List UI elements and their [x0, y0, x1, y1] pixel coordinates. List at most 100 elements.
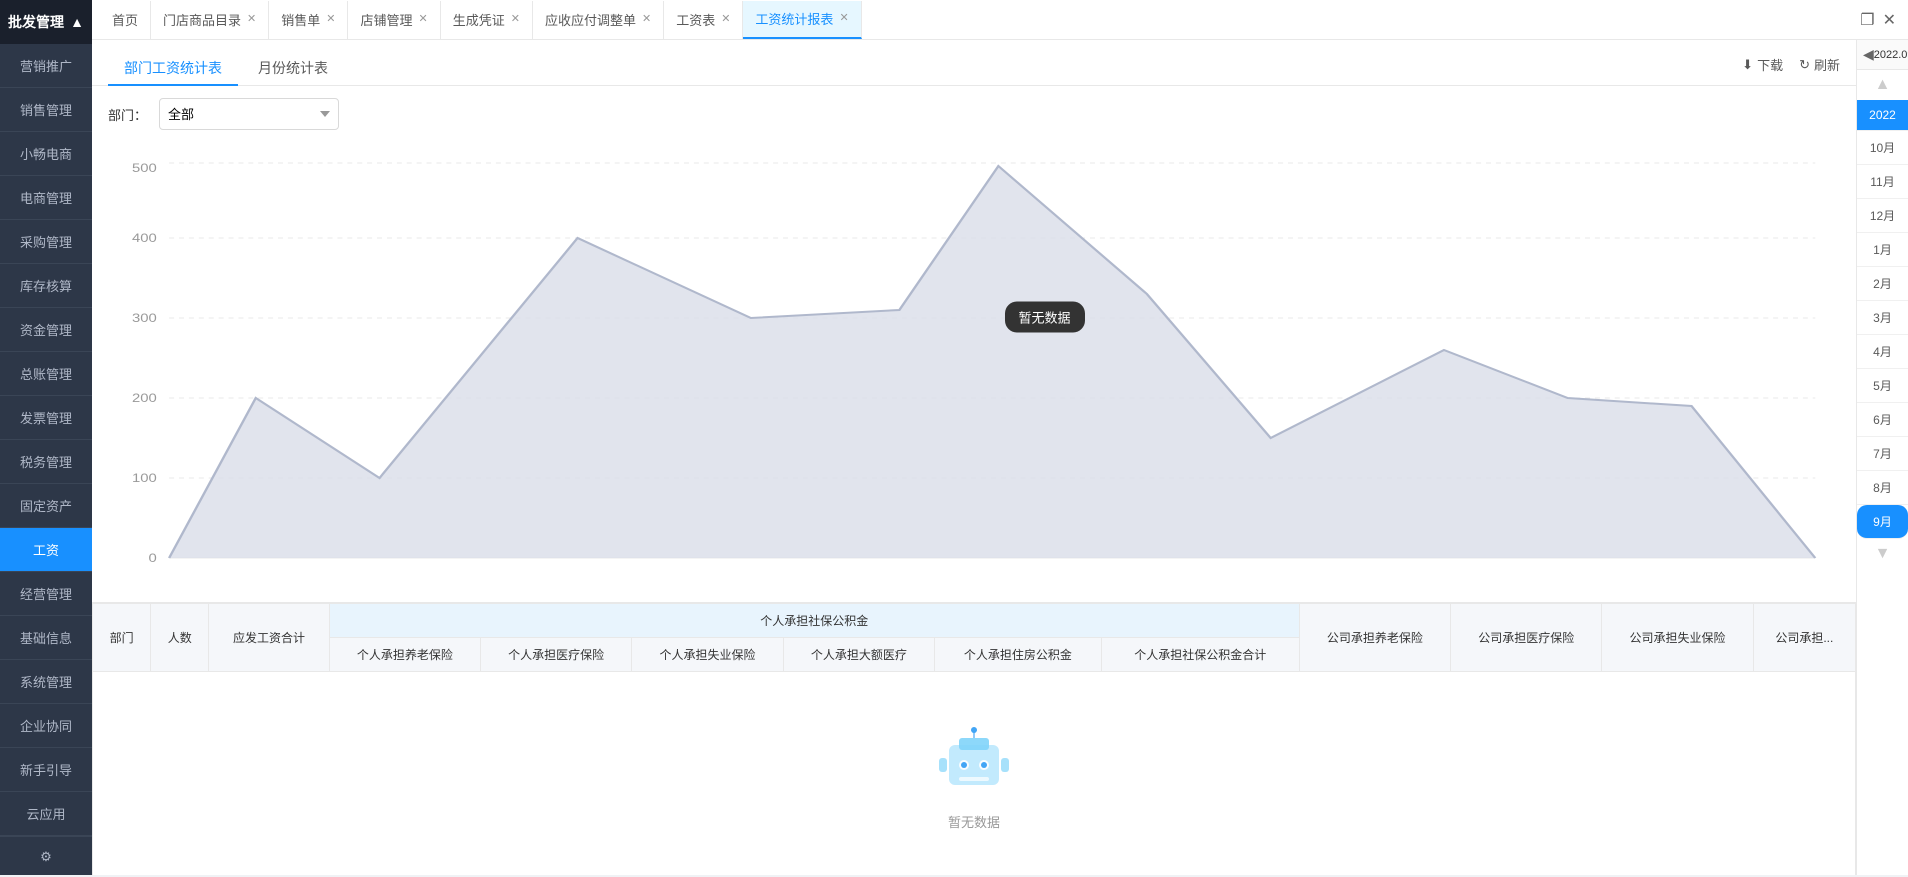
time-month-6[interactable]: 6月 — [1857, 403, 1908, 437]
time-panel: ◀ 2022.09 ▶ ▲ 2022 10月 11月 12月 1月 — [1856, 40, 1908, 875]
time-month-1[interactable]: 1月 — [1857, 233, 1908, 267]
th-headcount: 人数 — [151, 604, 209, 672]
tab-payroll[interactable]: 工资表 ✕ — [664, 1, 743, 39]
time-nav-up[interactable]: ◀ — [1863, 46, 1874, 63]
sidebar-item-invoice[interactable]: 发票管理 — [0, 396, 92, 440]
sidebar-item-system[interactable]: 系统管理 — [0, 660, 92, 704]
th-personal-housing: 个人承担住房公积金 — [935, 638, 1102, 672]
filter-dept-label: 部门： — [108, 105, 147, 124]
th-personal-large-medical: 个人承担大额医疗 — [783, 638, 934, 672]
tab-store-catalog[interactable]: 门店商品目录 ✕ — [151, 1, 269, 39]
time-month-2[interactable]: 2月 — [1857, 267, 1908, 301]
up-arrow-icon[interactable]: ▲ — [1875, 76, 1891, 94]
sidebar-item-corp[interactable]: 企业协同 — [0, 704, 92, 748]
main-area: 首页 门店商品目录 ✕ 销售单 ✕ 店铺管理 ✕ 生成凭证 ✕ 应收应付调整单 … — [92, 0, 1908, 875]
tab-bar: 首页 门店商品目录 ✕ 销售单 ✕ 店铺管理 ✕ 生成凭证 ✕ 应收应付调整单 … — [92, 0, 1908, 40]
tab-close-produce-cert[interactable]: ✕ — [511, 14, 520, 25]
sidebar-item-guide[interactable]: 新手引导 — [0, 748, 92, 792]
sidebar-header[interactable]: 批发管理 ▲ — [0, 0, 92, 44]
sidebar-item-inventory[interactable]: 库存核算 — [0, 264, 92, 308]
time-year-2022[interactable]: 2022 — [1857, 100, 1908, 131]
tab-bar-end: ❐ ✕ — [1860, 10, 1900, 30]
sidebar-item-ecom[interactable]: 电商管理 — [0, 176, 92, 220]
tab-store-mgmt[interactable]: 店铺管理 ✕ — [348, 1, 440, 39]
tab-close-store-mgmt[interactable]: ✕ — [419, 14, 428, 25]
data-table: 部门 人数 应发工资合计 个人承担社保公积金 公司承担养老保险 公司承担医疗保险… — [92, 603, 1856, 875]
sidebar-item-salary[interactable]: 工资 — [0, 528, 92, 572]
time-month-10[interactable]: 10月 — [1857, 131, 1908, 165]
th-personal-total: 个人承担社保公积金合计 — [1101, 638, 1299, 672]
sidebar-item-marketing[interactable]: 营销推广 — [0, 44, 92, 88]
download-button[interactable]: ⬇ 下载 — [1742, 55, 1783, 74]
tab-close-sales-order[interactable]: ✕ — [326, 14, 335, 25]
tab-produce-cert[interactable]: 生成凭证 ✕ — [441, 1, 533, 39]
th-total-salary: 应发工资合计 — [209, 604, 329, 672]
filter-dept-select[interactable]: 全部 销售部 财务部 运营部 人事部 — [159, 98, 339, 130]
sidebar-item-finance[interactable]: 资金管理 — [0, 308, 92, 352]
download-icon: ⬇ — [1742, 57, 1753, 73]
sidebar-item-ledger[interactable]: 总账管理 — [0, 352, 92, 396]
th-personal-unemployment: 个人承担失业保险 — [632, 638, 783, 672]
time-nav-up-arrow[interactable]: ▲ — [1857, 70, 1908, 100]
page-content: 部门工资统计表 月份统计表 ⬇ 下载 ↻ 刷新 — [92, 40, 1908, 875]
tab-home[interactable]: 首页 — [100, 1, 151, 39]
table-empty-row: 暂无数据 — [93, 672, 1856, 876]
table-wrapper[interactable]: 部门 人数 应发工资合计 个人承担社保公积金 公司承担养老保险 公司承担医疗保险… — [92, 602, 1856, 875]
svg-text:0: 0 — [148, 551, 156, 564]
tab-close-store-catalog[interactable]: ✕ — [247, 14, 256, 25]
sidebar-item-assets[interactable]: 固定资产 — [0, 484, 92, 528]
sub-tab-monthly-stats[interactable]: 月份统计表 — [242, 52, 344, 86]
sidebar-item-tax[interactable]: 税务管理 — [0, 440, 92, 484]
tab-close-payroll-report[interactable]: ✕ — [839, 13, 848, 24]
chart-svg: 0 100 200 300 400 500 — [132, 158, 1840, 598]
svg-text:500: 500 — [132, 161, 157, 174]
refresh-icon: ↻ — [1799, 57, 1810, 73]
time-nav-down-arrow[interactable]: ▼ — [1857, 539, 1908, 569]
tab-sales-order[interactable]: 销售单 ✕ — [269, 1, 348, 39]
sidebar-toggle-icon[interactable]: ▲ — [70, 14, 84, 30]
empty-state: 暂无数据 — [103, 680, 1845, 871]
tab-payroll-report[interactable]: 工资统计报表 ✕ — [743, 1, 861, 39]
sub-tab-dept-stats[interactable]: 部门工资统计表 — [108, 52, 238, 86]
sub-tabs-left: 部门工资统计表 月份统计表 — [108, 52, 344, 85]
chart-container: 0 100 200 300 400 500 暂无数据 — [92, 142, 1856, 602]
content-area: 部门工资统计表 月份统计表 ⬇ 下载 ↻ 刷新 — [92, 40, 1856, 875]
refresh-button[interactable]: ↻ 刷新 — [1799, 55, 1840, 74]
time-month-9[interactable]: 9月 — [1857, 505, 1908, 539]
sidebar-item-sales[interactable]: 销售管理 — [0, 88, 92, 132]
sub-tabs-right: ⬇ 下载 ↻ 刷新 — [1742, 55, 1840, 82]
filter-row: 部门： 全部 销售部 财务部 运营部 人事部 — [92, 86, 1856, 142]
tab-restore-icon[interactable]: ❐ — [1860, 10, 1874, 30]
tab-close-payroll[interactable]: ✕ — [721, 14, 730, 25]
th-group-personal: 个人承担社保公积金 — [329, 604, 1299, 638]
time-month-12[interactable]: 12月 — [1857, 199, 1908, 233]
sidebar-item-basic[interactable]: 基础信息 — [0, 616, 92, 660]
sidebar-item-purchase[interactable]: 采购管理 — [0, 220, 92, 264]
time-month-5[interactable]: 5月 — [1857, 369, 1908, 403]
svg-text:300: 300 — [132, 311, 157, 324]
sidebar-item-mini-ecom[interactable]: 小畅电商 — [0, 132, 92, 176]
empty-text: 暂无数据 — [948, 812, 1000, 831]
th-personal-medical: 个人承担医疗保险 — [481, 638, 632, 672]
th-company-unemployment: 公司承担失业保险 — [1602, 604, 1753, 672]
sidebar-settings[interactable]: ⚙ — [0, 836, 92, 877]
down-arrow-icon[interactable]: ▼ — [1875, 545, 1891, 563]
svg-text:400: 400 — [132, 231, 157, 244]
th-company-other: 公司承担... — [1753, 604, 1855, 672]
sidebar-item-ops[interactable]: 经营管理 — [0, 572, 92, 616]
time-month-11[interactable]: 11月 — [1857, 165, 1908, 199]
time-month-3[interactable]: 3月 — [1857, 301, 1908, 335]
sidebar-title: 批发管理 — [8, 12, 64, 32]
empty-icon — [934, 720, 1014, 800]
time-month-4[interactable]: 4月 — [1857, 335, 1908, 369]
sidebar-item-cloud[interactable]: 云应用 — [0, 792, 92, 836]
tab-ap-adjust[interactable]: 应收应付调整单 ✕ — [533, 1, 664, 39]
time-current-display: 2022.09 — [1874, 49, 1908, 61]
svg-text:100: 100 — [132, 471, 157, 484]
tab-close-all-icon[interactable]: ✕ — [1883, 10, 1896, 30]
svg-text:200: 200 — [132, 391, 157, 404]
th-personal-pension: 个人承担养老保险 — [329, 638, 480, 672]
time-month-7[interactable]: 7月 — [1857, 437, 1908, 471]
tab-close-ap-adjust[interactable]: ✕ — [642, 14, 651, 25]
time-month-8[interactable]: 8月 — [1857, 471, 1908, 505]
